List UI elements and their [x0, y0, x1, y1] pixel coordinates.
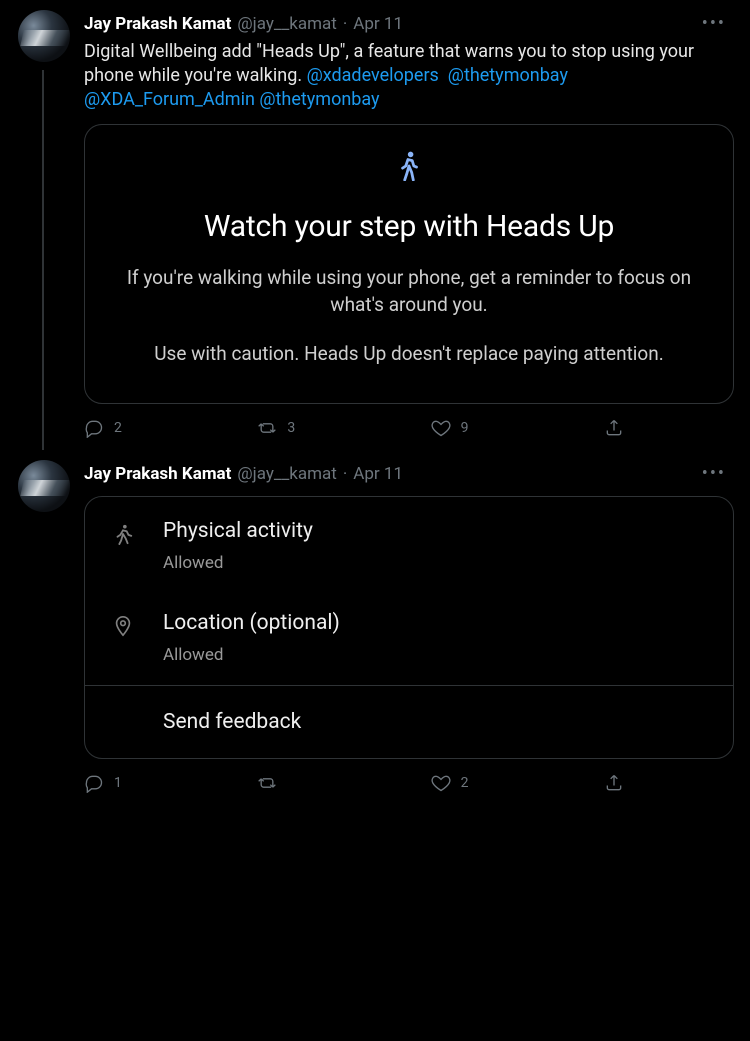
tweet-date[interactable]: Apr 11 [353, 14, 403, 34]
tweet-actions: 2 3 9 [84, 414, 644, 446]
more-icon[interactable]: ••• [694, 10, 734, 38]
more-icon[interactable]: ••• [694, 460, 734, 488]
mention-link[interactable]: @xdadevelopers [307, 65, 439, 86]
avatar[interactable] [18, 10, 70, 62]
retweet-icon [257, 418, 277, 438]
tweet-actions: 1 2 [84, 769, 644, 801]
share-icon [604, 773, 624, 793]
reply-button[interactable]: 1 [84, 773, 257, 793]
avatar-column [16, 10, 72, 446]
mention-link[interactable]: @thetymonbay [259, 89, 379, 110]
dot-separator: · [343, 464, 347, 484]
card-paragraph: If you're walking while using your phone… [115, 264, 703, 318]
heart-icon [431, 418, 451, 438]
tweet: Jay Prakash Kamat @jay__kamat · Apr 11 •… [0, 0, 750, 450]
permission-status: Allowed [163, 553, 709, 573]
send-feedback-row[interactable]: Send feedback [85, 686, 733, 758]
permission-status: Allowed [163, 645, 709, 665]
permission-row[interactable]: Physical activity Allowed [85, 497, 733, 593]
retweet-button[interactable]: 3 [257, 418, 430, 438]
tweet-header: Jay Prakash Kamat @jay__kamat · Apr 11 •… [84, 460, 734, 488]
permission-title: Location (optional) [163, 611, 709, 635]
reply-icon [84, 773, 104, 793]
like-count: 2 [461, 775, 469, 791]
walking-person-icon [396, 151, 422, 185]
mention-link[interactable]: @XDA_Forum_Admin [84, 89, 255, 110]
running-person-icon [109, 519, 137, 545]
like-button[interactable]: 9 [431, 418, 604, 438]
heart-icon [431, 773, 451, 793]
card-paragraph: Use with caution. Heads Up doesn't repla… [115, 340, 703, 367]
mention-link[interactable]: @thetymonbay [448, 65, 568, 86]
share-icon [604, 418, 624, 438]
like-count: 9 [461, 420, 469, 436]
tweet-header: Jay Prakash Kamat @jay__kamat · Apr 11 •… [84, 10, 734, 38]
avatar[interactable] [18, 460, 70, 512]
handle[interactable]: @jay__kamat [237, 464, 336, 484]
permission-row[interactable]: Location (optional) Allowed [85, 593, 733, 685]
tweet-text: Digital Wellbeing add "Heads Up", a feat… [84, 40, 734, 112]
reply-button[interactable]: 2 [84, 418, 257, 438]
thread-line [42, 70, 44, 450]
avatar-column [16, 460, 72, 801]
permission-title: Physical activity [163, 519, 709, 543]
like-button[interactable]: 2 [431, 773, 604, 793]
retweet-count: 3 [287, 420, 295, 436]
display-name[interactable]: Jay Prakash Kamat [84, 14, 231, 34]
handle[interactable]: @jay__kamat [237, 14, 336, 34]
share-button[interactable] [604, 773, 644, 793]
tweet: Jay Prakash Kamat @jay__kamat · Apr 11 •… [0, 450, 750, 805]
card-title: Watch your step with Heads Up [115, 209, 703, 244]
share-button[interactable] [604, 418, 644, 438]
retweet-button[interactable] [257, 773, 430, 793]
tweet-date[interactable]: Apr 11 [353, 464, 403, 484]
reply-icon [84, 418, 104, 438]
display-name[interactable]: Jay Prakash Kamat [84, 464, 231, 484]
location-pin-icon [109, 611, 137, 637]
embedded-card[interactable]: Watch your step with Heads Up If you're … [84, 124, 734, 404]
dot-separator: · [343, 14, 347, 34]
embedded-card[interactable]: Physical activity Allowed Location (opti… [84, 496, 734, 759]
reply-count: 2 [114, 420, 122, 436]
reply-count: 1 [114, 775, 122, 791]
retweet-icon [257, 773, 277, 793]
